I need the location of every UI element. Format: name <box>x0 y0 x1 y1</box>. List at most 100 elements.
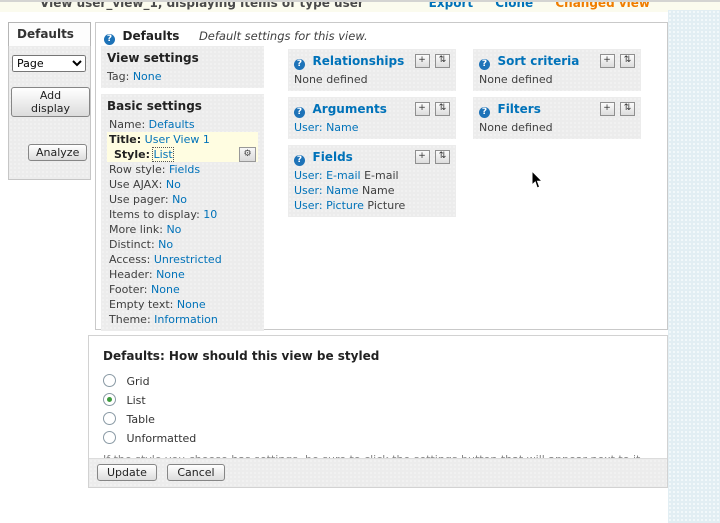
tab-defaults[interactable]: Defaults <box>8 22 91 46</box>
style-option[interactable]: Table <box>103 412 667 426</box>
setting-value-link[interactable]: Information <box>154 313 218 326</box>
basic-setting-row: Footer: None <box>107 282 258 297</box>
setting-label: Row style: <box>109 163 165 176</box>
setting-value-link[interactable]: None <box>156 268 185 281</box>
section-basic-settings: Basic settings Name: Defaults Title: Use… <box>101 94 264 331</box>
setting-label: Use pager: <box>109 193 169 206</box>
style-option[interactable]: Grid <box>103 374 667 388</box>
relationships-title-link[interactable]: Relationships <box>313 54 405 68</box>
rearrange-icon[interactable]: ⇅ <box>435 54 450 68</box>
setting-label: Header: <box>109 268 153 281</box>
setting-label: Theme: <box>109 313 151 326</box>
setting-value-link[interactable]: No <box>172 193 187 206</box>
setting-label: Footer: <box>109 283 148 296</box>
rearrange-icon[interactable]: ⇅ <box>435 150 450 164</box>
radio-button[interactable] <box>103 431 116 444</box>
view-title: View user_view_1, displaying items of ty… <box>40 0 364 10</box>
view-action-link[interactable]: Changed view <box>555 0 650 10</box>
field-link[interactable]: User: Name <box>294 184 359 197</box>
setting-value-link[interactable]: No <box>158 238 173 251</box>
display-type-select[interactable]: Page <box>12 55 86 72</box>
section-sort-criteria: Sort criteria + ⇅ None defined <box>473 49 641 91</box>
page-top-strip: View user_view_1, displaying items of ty… <box>0 0 720 12</box>
update-button[interactable]: Update <box>97 464 157 481</box>
field-link[interactable]: User: E-mail <box>294 169 361 182</box>
help-icon[interactable] <box>294 107 305 118</box>
arguments-title-link[interactable]: Arguments <box>313 102 387 116</box>
setting-value-link[interactable]: User View 1 <box>145 133 210 146</box>
add-icon[interactable]: + <box>600 102 615 116</box>
setting-label: Tag: <box>107 70 129 83</box>
setting-value-link[interactable]: No <box>166 178 181 191</box>
add-icon[interactable]: + <box>415 54 430 68</box>
fields-title-link[interactable]: Fields <box>313 150 353 164</box>
radio-button[interactable] <box>103 412 116 425</box>
section-fields: Fields + ⇅ User: E-mail E-mail <box>288 145 456 217</box>
view-action-link[interactable]: Clone <box>495 0 533 10</box>
basic-setting-row: Header: None <box>107 267 258 282</box>
setting-label: More link: <box>109 223 163 236</box>
setting-value-link[interactable]: Fields <box>169 163 200 176</box>
setting-value-link[interactable]: List <box>153 148 172 161</box>
basic-setting-row: Use AJAX: No <box>107 177 258 192</box>
setting-value-link[interactable]: None <box>177 298 206 311</box>
rearrange-icon[interactable]: ⇅ <box>620 102 635 116</box>
page-background-right <box>668 10 720 523</box>
argument-row: User: Name <box>294 120 450 135</box>
add-display-button[interactable]: Add display <box>11 87 90 117</box>
style-option[interactable]: List <box>103 393 667 407</box>
views-edit-page: View user_view_1, displaying items of ty… <box>0 0 720 523</box>
gear-icon[interactable]: ⚙ <box>239 147 256 162</box>
setting-value-link[interactable]: Defaults <box>149 118 195 131</box>
style-pane-title: Defaults: How should this view be styled <box>103 349 667 363</box>
sort-criteria-title-link[interactable]: Sort criteria <box>498 54 580 68</box>
view-settings-row: Tag: None <box>107 69 258 84</box>
radio-button[interactable] <box>103 374 116 387</box>
argument-link[interactable]: User: Name <box>294 121 359 134</box>
field-suffix: Name <box>362 184 394 197</box>
style-option[interactable]: Unformatted <box>103 431 667 445</box>
help-icon[interactable] <box>294 59 305 70</box>
section-arguments: Arguments + ⇅ User: Name <box>288 97 456 139</box>
style-option-label: Unformatted <box>127 432 197 445</box>
add-icon[interactable]: + <box>415 102 430 116</box>
cancel-button[interactable]: Cancel <box>167 464 224 481</box>
add-icon[interactable]: + <box>600 54 615 68</box>
setting-label: Empty text: <box>109 298 173 311</box>
setting-label: Distinct: <box>109 238 155 251</box>
field-suffix: Picture <box>367 199 405 212</box>
setting-value-link[interactable]: No <box>166 223 181 236</box>
filters-title-link[interactable]: Filters <box>498 102 541 116</box>
setting-label: Use AJAX: <box>109 178 162 191</box>
basic-setting-row: Use pager: No <box>107 192 258 207</box>
style-option-label: List <box>127 394 146 407</box>
help-icon[interactable] <box>479 59 490 70</box>
rearrange-icon[interactable]: ⇅ <box>435 102 450 116</box>
basic-setting-row: Style: List ⚙ <box>107 147 258 162</box>
help-icon[interactable] <box>479 107 490 118</box>
analyze-button[interactable]: Analyze <box>28 144 87 161</box>
display-sidebar: Page Add display Analyze <box>8 46 91 180</box>
sort-criteria-empty: None defined <box>479 72 635 87</box>
setting-value-link[interactable]: None <box>133 70 162 83</box>
help-icon[interactable] <box>294 155 305 166</box>
field-link[interactable]: User: Picture <box>294 199 364 212</box>
field-row: User: Name Name <box>294 183 450 198</box>
field-row: User: Picture Picture <box>294 198 450 213</box>
add-icon[interactable]: + <box>415 150 430 164</box>
radio-button[interactable] <box>103 393 116 406</box>
basic-setting-row: Title: User View 1 <box>107 132 258 147</box>
summary-column-1: View settings Tag: None Basic settings <box>101 46 264 337</box>
basic-settings-title: Basic settings <box>107 99 202 113</box>
view-action-link[interactable]: Export <box>429 0 473 10</box>
help-icon[interactable] <box>104 34 115 45</box>
rearrange-icon[interactable]: ⇅ <box>620 54 635 68</box>
style-option-label: Grid <box>127 375 150 388</box>
field-row: User: E-mail E-mail <box>294 168 450 183</box>
view-summary-box: Defaults Default settings for this view.… <box>95 22 668 330</box>
setting-value-link[interactable]: 10 <box>203 208 217 221</box>
setting-value-link[interactable]: Unrestricted <box>154 253 222 266</box>
basic-setting-row: Items to display: 10 <box>107 207 258 222</box>
setting-value-link[interactable]: None <box>151 283 180 296</box>
basic-setting-row: Name: Defaults <box>107 117 258 132</box>
